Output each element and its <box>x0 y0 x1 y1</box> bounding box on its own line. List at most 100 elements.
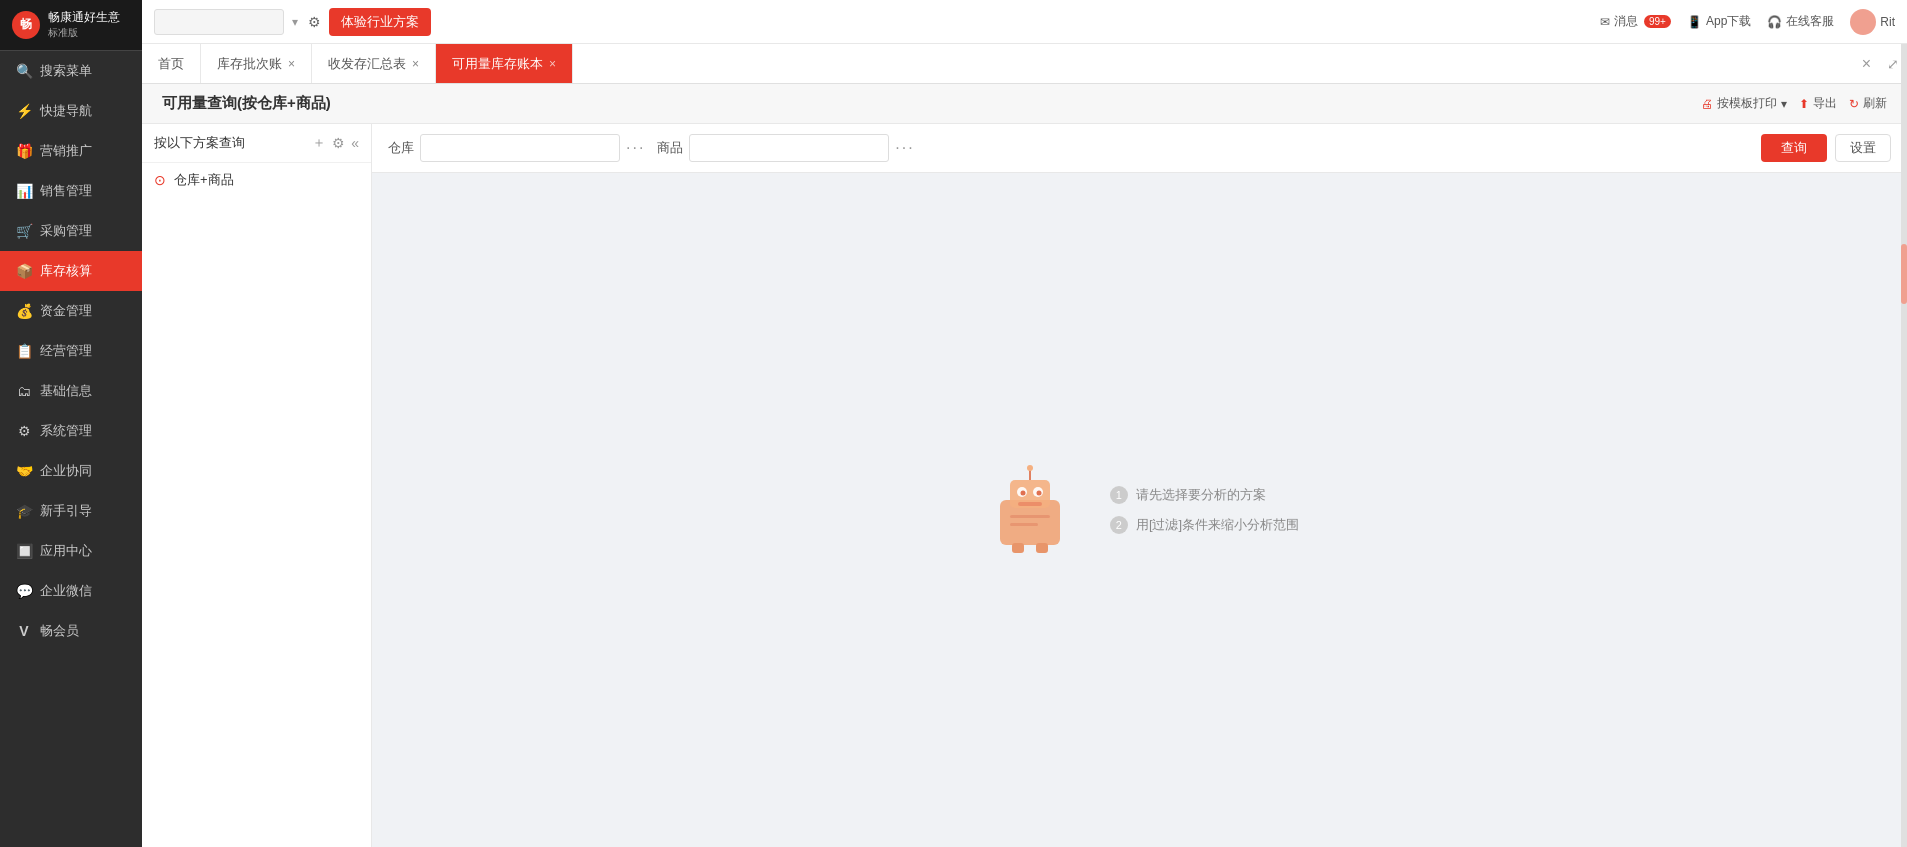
sidebar-item-label: 搜索菜单 <box>40 62 92 80</box>
sidebar-item-inventory[interactable]: 📦 库存核算 <box>0 251 142 291</box>
sidebar-item-label: 系统管理 <box>40 422 92 440</box>
sidebar-item-marketing[interactable]: 🎁 营销推广 <box>0 131 142 171</box>
tab-available[interactable]: 可用量库存账本 × <box>436 44 573 83</box>
filter-panel: 按以下方案查询 ＋ ⚙ « ⊙ 仓库+商品 <box>142 124 372 847</box>
tab-summary[interactable]: 收发存汇总表 × <box>312 44 436 83</box>
industry-btn[interactable]: 体验行业方案 <box>329 8 431 36</box>
box-icon: 📦 <box>16 263 32 279</box>
tip-item-1: 1 请先选择要分析的方案 <box>1110 486 1299 504</box>
money-icon: 💰 <box>16 303 32 319</box>
sidebar-item-label: 营销推广 <box>40 142 92 160</box>
warehouse-field: 仓库 ··· <box>388 134 645 162</box>
page-title: 可用量查询(按仓库+商品) <box>162 94 331 113</box>
tab-home-label: 首页 <box>158 55 184 73</box>
sidebar-nav: 🔍 搜索菜单 ⚡ 快捷导航 🎁 营销推广 📊 销售管理 🛒 采购管理 📦 库存核… <box>0 51 142 847</box>
sidebar-item-sales[interactable]: 📊 销售管理 <box>0 171 142 211</box>
query-button[interactable]: 查询 <box>1761 134 1827 162</box>
sidebar-item-operations[interactable]: 📋 经营管理 <box>0 331 142 371</box>
sidebar-item-label: 采购管理 <box>40 222 92 240</box>
graduation-icon: 🎓 <box>16 503 32 519</box>
sidebar-item-search[interactable]: 🔍 搜索菜单 <box>0 51 142 91</box>
content-area: 按以下方案查询 ＋ ⚙ « ⊙ 仓库+商品 仓库 ··· 商品 <box>142 124 1907 847</box>
warehouse-dots-btn[interactable]: ··· <box>626 139 645 157</box>
filter-title: 按以下方案查询 <box>154 134 306 152</box>
export-btn[interactable]: ⬆ 导出 <box>1799 95 1837 112</box>
sidebar-brand: 畅康通好生意 标准版 <box>48 10 120 40</box>
tip-num-2: 2 <box>1110 516 1128 534</box>
product-label: 商品 <box>657 139 683 157</box>
chevron-down-icon[interactable]: ▾ <box>292 15 298 29</box>
app-download-label: App下载 <box>1706 13 1751 30</box>
search-input[interactable] <box>154 9 284 35</box>
setting-button[interactable]: 设置 <box>1835 134 1891 162</box>
sidebar-item-finance[interactable]: 💰 资金管理 <box>0 291 142 331</box>
tab-batch[interactable]: 库存批次账 × <box>201 44 312 83</box>
tip-num-1: 1 <box>1110 486 1128 504</box>
avatar <box>1850 9 1876 35</box>
headphone-icon: 🎧 <box>1767 15 1782 29</box>
warehouse-input[interactable] <box>420 134 620 162</box>
sidebar-item-label: 经营管理 <box>40 342 92 360</box>
export-label: 导出 <box>1813 95 1837 112</box>
right-panel: 仓库 ··· 商品 ··· 查询 设置 <box>372 124 1907 847</box>
sidebar-item-shortcut[interactable]: ⚡ 快捷导航 <box>0 91 142 131</box>
app-download-btn[interactable]: 📱 App下载 <box>1687 13 1751 30</box>
sidebar-item-system[interactable]: ⚙ 系统管理 <box>0 411 142 451</box>
sidebar-item-enterprise[interactable]: 🤝 企业协同 <box>0 451 142 491</box>
tab-batch-close[interactable]: × <box>288 57 295 71</box>
tip-item-2: 2 用[过滤]条件来缩小分析范围 <box>1110 516 1299 534</box>
sidebar-item-label: 快捷导航 <box>40 102 92 120</box>
product-dots-btn[interactable]: ··· <box>895 139 914 157</box>
gear-settings-icon[interactable]: ⚙ <box>308 14 321 30</box>
tip-text-2: 用[过滤]条件来缩小分析范围 <box>1136 516 1299 534</box>
refresh-icon: ↻ <box>1849 97 1859 111</box>
print-icon: 🖨 <box>1701 97 1713 111</box>
sidebar-item-label: 企业协同 <box>40 462 92 480</box>
print-btn[interactable]: 🖨 按模板打印 ▾ <box>1701 95 1787 112</box>
username-label: Rit <box>1880 15 1895 29</box>
warehouse-product-icon: ⊙ <box>154 172 166 188</box>
messages-btn[interactable]: ✉ 消息 99+ <box>1600 13 1671 30</box>
sidebar: 畅 畅康通好生意 标准版 🔍 搜索菜单 ⚡ 快捷导航 🎁 营销推广 📊 销售管理… <box>0 0 142 847</box>
topbar-right: ✉ 消息 99+ 📱 App下载 🎧 在线客服 Rit <box>1600 9 1895 35</box>
sidebar-header: 畅 畅康通好生意 标准版 <box>0 0 142 51</box>
print-label: 按模板打印 <box>1717 95 1777 112</box>
sidebar-logo: 畅 <box>12 11 40 39</box>
svg-point-4 <box>1020 491 1025 496</box>
empty-state: 1 请先选择要分析的方案 2 用[过滤]条件来缩小分析范围 <box>372 173 1907 847</box>
add-filter-btn[interactable]: ＋ <box>312 134 326 152</box>
tab-home[interactable]: 首页 <box>142 44 201 83</box>
tab-summary-label: 收发存汇总表 <box>328 55 406 73</box>
sidebar-item-label: 基础信息 <box>40 382 92 400</box>
tip-text-1: 请先选择要分析的方案 <box>1136 486 1266 504</box>
tab-summary-close[interactable]: × <box>412 57 419 71</box>
online-service-btn[interactable]: 🎧 在线客服 <box>1767 13 1834 30</box>
right-scrollbar[interactable] <box>1901 44 1907 847</box>
sidebar-item-purchase[interactable]: 🛒 采购管理 <box>0 211 142 251</box>
wechat-icon: 💬 <box>16 583 32 599</box>
product-field: 商品 ··· <box>657 134 914 162</box>
refresh-btn[interactable]: ↻ 刷新 <box>1849 95 1887 112</box>
manage-filter-btn[interactable]: ⚙ <box>332 135 345 151</box>
collapse-filter-btn[interactable]: « <box>351 135 359 151</box>
tab-available-label: 可用量库存账本 <box>452 55 543 73</box>
sidebar-item-newbie[interactable]: 🎓 新手引导 <box>0 491 142 531</box>
folder-icon: 🗂 <box>16 383 32 399</box>
sidebar-item-basic[interactable]: 🗂 基础信息 <box>0 371 142 411</box>
vip-icon: V <box>16 623 32 639</box>
sidebar-item-label: 企业微信 <box>40 582 92 600</box>
svg-rect-6 <box>1018 502 1042 506</box>
sidebar-item-member[interactable]: V 畅会员 <box>0 611 142 651</box>
sidebar-item-label: 销售管理 <box>40 182 92 200</box>
cart-icon: 🛒 <box>16 223 32 239</box>
tab-available-close[interactable]: × <box>549 57 556 71</box>
close-all-tabs-btn[interactable]: × <box>1854 44 1879 83</box>
scrollbar-thumb <box>1901 244 1907 304</box>
sidebar-item-label: 畅会员 <box>40 622 79 640</box>
filter-item-warehouse-product[interactable]: ⊙ 仓库+商品 <box>142 163 371 197</box>
empty-tips: 1 请先选择要分析的方案 2 用[过滤]条件来缩小分析范围 <box>1110 486 1299 534</box>
sidebar-item-appstore[interactable]: 🔲 应用中心 <box>0 531 142 571</box>
sidebar-item-wechat[interactable]: 💬 企业微信 <box>0 571 142 611</box>
product-input[interactable] <box>689 134 889 162</box>
user-avatar-btn[interactable]: Rit <box>1850 9 1895 35</box>
